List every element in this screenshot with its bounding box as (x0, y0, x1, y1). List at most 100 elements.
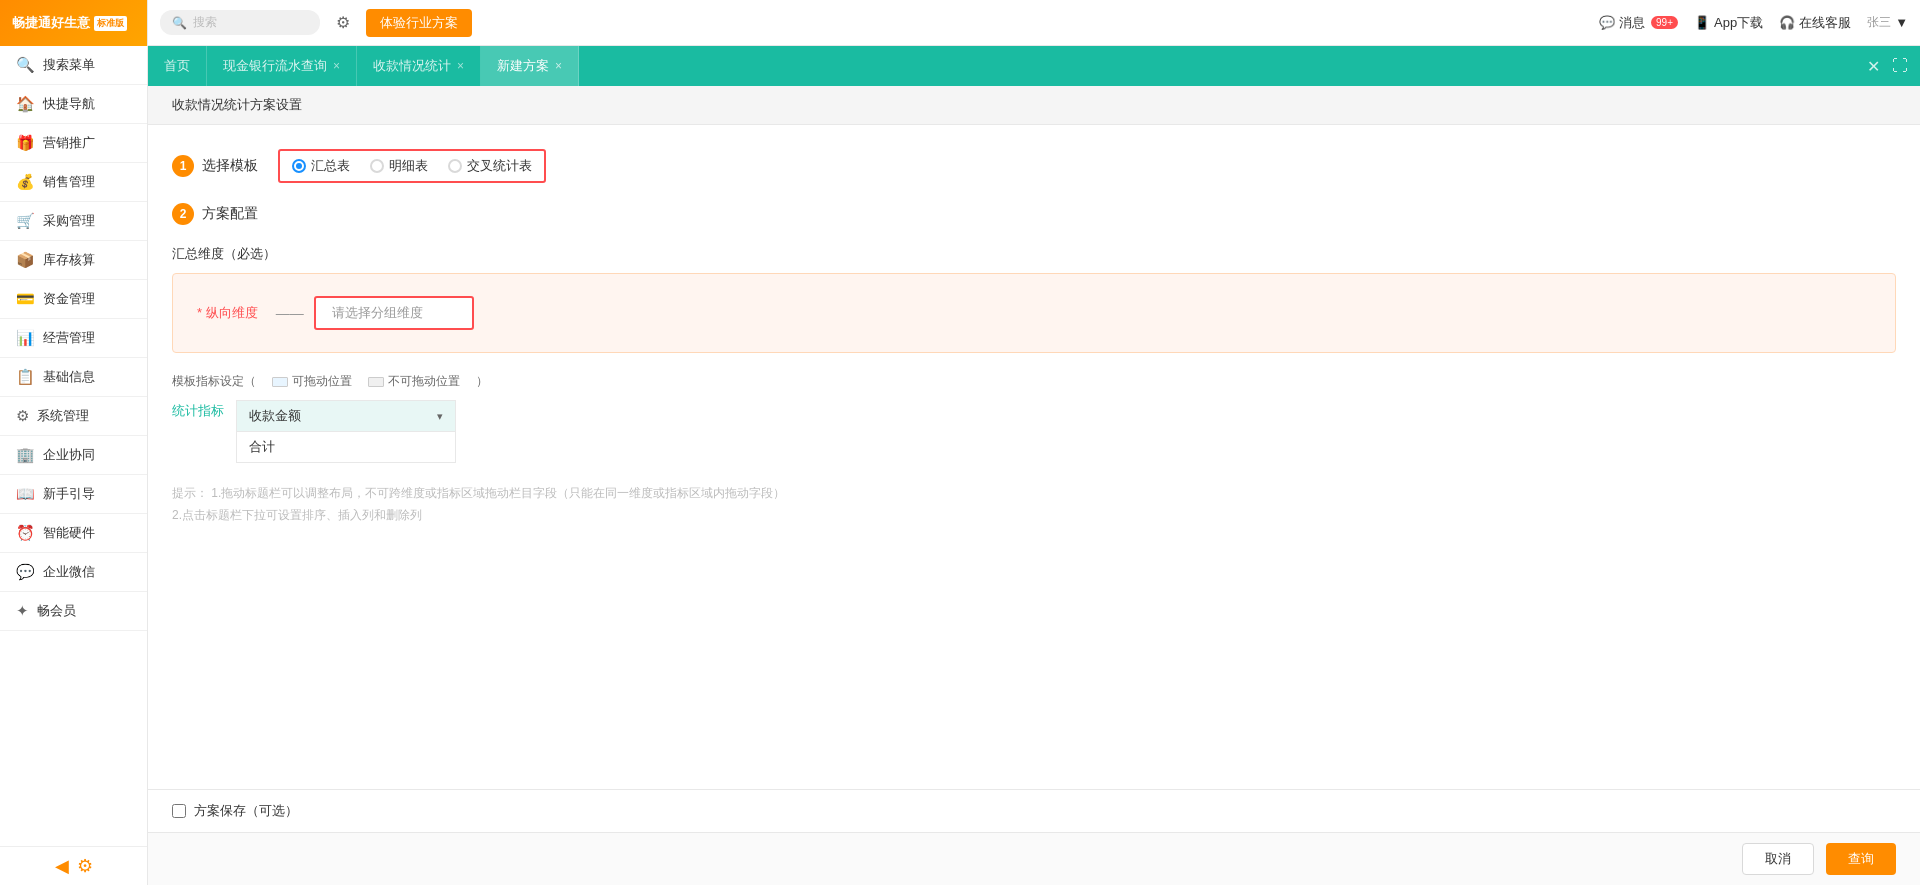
hint-text-2: 2.点击标题栏下拉可设置排序、插入列和删除列 (172, 508, 422, 522)
tab-bank-flow[interactable]: 现金银行流水查询 × (207, 46, 357, 86)
sidebar-item-label: 新手引导 (43, 485, 95, 503)
save-checkbox[interactable] (172, 804, 186, 818)
sidebar-item-label: 资金管理 (43, 290, 95, 308)
username: 张三 (1867, 14, 1891, 31)
logo-badge: 标准版 (94, 16, 127, 31)
sidebar: 畅捷通好生意 标准版 🔍 搜索菜单 🏠 快捷导航 🎁 营销推广 💰 销售管理 🛒… (0, 0, 148, 885)
arrow: —— (276, 305, 304, 321)
search-icon: 🔍 (172, 16, 187, 30)
sidebar-item-label: 畅会员 (37, 602, 76, 620)
tab-new-plan[interactable]: 新建方案 × (481, 46, 579, 86)
sidebar-item-sales[interactable]: 💰 销售管理 (0, 163, 147, 202)
metrics-title-row: 模板指标设定（ 可拖动位置 不可拖动位置 ） (172, 373, 1896, 390)
sidebar-item-label: 搜索菜单 (43, 56, 95, 74)
clipboard-icon: 📋 (16, 368, 35, 386)
metrics-row-text: 合计 (249, 439, 275, 454)
logo-text: 畅捷通好生意 (12, 14, 90, 32)
step2-label: 方案配置 (202, 205, 258, 223)
stat-label-col: 统计指标 (172, 402, 224, 463)
undraggable-label: 不可拖动位置 (388, 373, 460, 390)
chevron-down-icon: ▾ (437, 410, 443, 423)
dim-config-box: * 纵向维度 —— 请选择分组维度 (172, 273, 1896, 353)
app-download-label: App下载 (1714, 14, 1763, 32)
cart-icon: 🛒 (16, 212, 35, 230)
app-icon: 📱 (1694, 15, 1710, 30)
trial-button[interactable]: 体验行业方案 (366, 9, 472, 37)
tab-fullscreen-icon[interactable]: ⛶ (1892, 57, 1908, 75)
sidebar-item-finance[interactable]: 💳 资金管理 (0, 280, 147, 319)
vertical-label: * 纵向维度 (197, 304, 258, 322)
close-paren: ） (476, 373, 488, 390)
sidebar-item-label: 经营管理 (43, 329, 95, 347)
page-title-bar: 收款情况统计方案设置 (148, 86, 1920, 125)
message-item[interactable]: 💬 消息 99+ (1599, 14, 1678, 32)
tab-bank-flow-close[interactable]: × (333, 59, 340, 73)
radio-summary[interactable]: 汇总表 (292, 157, 350, 175)
home-icon: 🏠 (16, 95, 35, 113)
sidebar-item-label: 销售管理 (43, 173, 95, 191)
save-row: 方案保存（可选） (148, 789, 1920, 832)
sidebar-item-inventory[interactable]: 📦 库存核算 (0, 241, 147, 280)
building-icon: 🏢 (16, 446, 35, 464)
step1-row: 1 选择模板 汇总表 明细表 交叉统计表 (172, 149, 1896, 183)
sidebar-item-guide[interactable]: 📖 新手引导 (0, 475, 147, 514)
sidebar-item-marketing[interactable]: 🎁 营销推广 (0, 124, 147, 163)
metrics-area: 模板指标设定（ 可拖动位置 不可拖动位置 ） 统计指标 (172, 373, 1896, 463)
sidebar-item-label: 基础信息 (43, 368, 95, 386)
tab-new-plan-close[interactable]: × (555, 59, 562, 73)
draggable-label: 可拖动位置 (292, 373, 352, 390)
sidebar-item-label: 企业微信 (43, 563, 95, 581)
step2-circle: 2 (172, 203, 194, 225)
tab-receipt-stats-close[interactable]: × (457, 59, 464, 73)
tab-receipt-stats-label: 收款情况统计 (373, 57, 451, 75)
settings-icon[interactable]: ⚙ (336, 13, 350, 32)
dim-placeholder: 请选择分组维度 (332, 305, 423, 320)
user-item[interactable]: 张三 ▼ (1867, 14, 1908, 31)
sidebar-bottom: ◀ ⚙ (0, 846, 147, 885)
sidebar-item-operation[interactable]: 📊 经营管理 (0, 319, 147, 358)
metrics-header[interactable]: 收款金额 ▾ (237, 401, 455, 432)
cancel-button[interactable]: 取消 (1742, 843, 1814, 875)
radio-detail-label: 明细表 (389, 157, 428, 175)
radio-detail[interactable]: 明细表 (370, 157, 428, 175)
radio-dot-detail (370, 159, 384, 173)
tab-home-label: 首页 (164, 57, 190, 75)
sidebar-expand-icon[interactable]: ◀ (55, 855, 69, 877)
sidebar-item-quick-nav[interactable]: 🏠 快捷导航 (0, 85, 147, 124)
topbar: 🔍 搜索 ⚙ 体验行业方案 💬 消息 99+ 📱 App下载 🎧 在线客服 张三… (148, 0, 1920, 46)
undraggable-indicator: 不可拖动位置 (368, 373, 460, 390)
sidebar-item-search[interactable]: 🔍 搜索菜单 (0, 46, 147, 85)
metrics-title-text: 模板指标设定（ (172, 373, 256, 390)
hint-text-1: 提示： 1.拖动标题栏可以调整布局，不可跨维度或指标区域拖动栏目字段（只能在同一… (172, 486, 785, 500)
sidebar-settings-icon[interactable]: ⚙ (77, 855, 93, 877)
sidebar-item-hardware[interactable]: ⏰ 智能硬件 (0, 514, 147, 553)
draggable-box (272, 377, 288, 387)
sidebar-item-basic-info[interactable]: 📋 基础信息 (0, 358, 147, 397)
app-download-item[interactable]: 📱 App下载 (1694, 14, 1763, 32)
book-icon: 📖 (16, 485, 35, 503)
main-card: 1 选择模板 汇总表 明细表 交叉统计表 (148, 125, 1920, 789)
tab-home[interactable]: 首页 (148, 46, 207, 86)
hint-line-2: 2.点击标题栏下拉可设置排序、插入列和删除列 (172, 505, 1896, 527)
sidebar-item-member[interactable]: ✦ 畅会员 (0, 592, 147, 631)
sidebar-item-enterprise[interactable]: 🏢 企业协同 (0, 436, 147, 475)
save-label: 方案保存（可选） (194, 802, 298, 820)
query-button[interactable]: 查询 (1826, 843, 1896, 875)
sidebar-item-system[interactable]: ⚙ 系统管理 (0, 397, 147, 436)
gift-icon: 🎁 (16, 134, 35, 152)
radio-cross[interactable]: 交叉统计表 (448, 157, 532, 175)
dim-select-dropdown[interactable]: 请选择分组维度 (314, 296, 474, 330)
sidebar-item-label: 营销推广 (43, 134, 95, 152)
tab-receipt-stats[interactable]: 收款情况统计 × (357, 46, 481, 86)
tab-close-all-icon[interactable]: ✕ (1867, 57, 1880, 76)
sidebar-item-label: 采购管理 (43, 212, 95, 230)
hint-area: 提示： 1.拖动标题栏可以调整布局，不可跨维度或指标区域拖动栏目字段（只能在同一… (172, 483, 1896, 526)
search-box[interactable]: 🔍 搜索 (160, 10, 320, 35)
step1-circle: 1 (172, 155, 194, 177)
sidebar-logo: 畅捷通好生意 标准版 (0, 0, 147, 46)
sidebar-item-purchase[interactable]: 🛒 采购管理 (0, 202, 147, 241)
sidebar-item-wechat[interactable]: 💬 企业微信 (0, 553, 147, 592)
page-title: 收款情况统计方案设置 (172, 97, 302, 112)
search-placeholder: 搜索 (193, 14, 217, 31)
online-service-item[interactable]: 🎧 在线客服 (1779, 14, 1851, 32)
